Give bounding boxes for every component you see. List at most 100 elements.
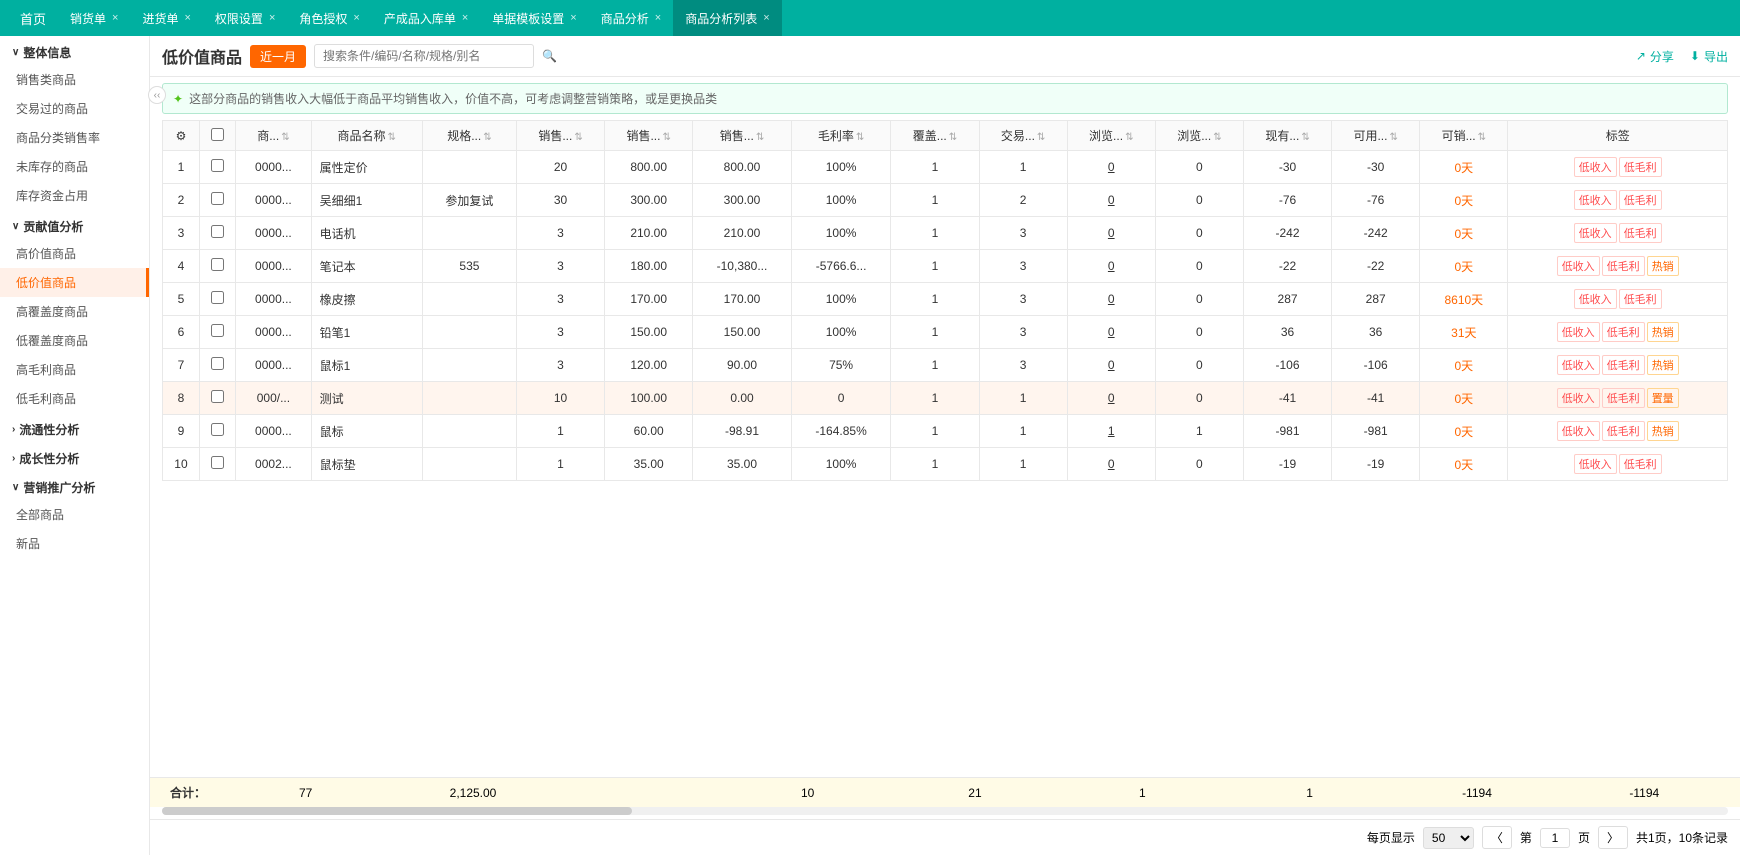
row-checkbox[interactable] bbox=[199, 448, 235, 481]
row-checkbox[interactable] bbox=[199, 250, 235, 283]
close-permission-icon[interactable]: × bbox=[269, 12, 275, 24]
next-page-btn[interactable]: 〉 bbox=[1598, 826, 1628, 849]
nav-permission[interactable]: 权限设置 × bbox=[203, 0, 287, 36]
row-view1[interactable]: 1 bbox=[1067, 415, 1155, 448]
sidebar-collapse-btn[interactable]: ‹‹ bbox=[148, 86, 166, 104]
sidebar-item-low-value[interactable]: 低价值商品 bbox=[0, 268, 149, 297]
sidebar-group-contribution[interactable]: ∨ 贡献值分析 bbox=[0, 210, 149, 239]
close-purchase-icon[interactable]: × bbox=[184, 12, 190, 24]
close-analysis-icon[interactable]: × bbox=[655, 12, 661, 24]
stock-column-header[interactable]: 现有...⇅ bbox=[1243, 121, 1331, 151]
sidebar-item-high-coverage[interactable]: 高覆盖度商品 bbox=[0, 297, 149, 326]
row-view1[interactable]: 0 bbox=[1067, 349, 1155, 382]
row-select-checkbox[interactable] bbox=[211, 159, 224, 172]
view1-link[interactable]: 0 bbox=[1108, 193, 1115, 207]
nav-purchase[interactable]: 进货单 × bbox=[130, 0, 202, 36]
export-btn[interactable]: ⬇ 导出 bbox=[1690, 48, 1728, 65]
row-select-checkbox[interactable] bbox=[211, 456, 224, 469]
view1-link[interactable]: 0 bbox=[1108, 358, 1115, 372]
share-btn[interactable]: ↗ 分享 bbox=[1636, 48, 1674, 65]
scrollbar-thumb[interactable] bbox=[162, 807, 632, 815]
view1-link[interactable]: 0 bbox=[1108, 325, 1115, 339]
horizontal-scrollbar[interactable] bbox=[162, 807, 1728, 815]
sidebar-item-high-margin[interactable]: 高毛利商品 bbox=[0, 355, 149, 384]
coverage-column-header[interactable]: 覆盖...⇅ bbox=[891, 121, 979, 151]
view1-link[interactable]: 0 bbox=[1108, 292, 1115, 306]
row-checkbox[interactable] bbox=[199, 151, 235, 184]
nav-warehouse[interactable]: 产成品入库单 × bbox=[372, 0, 480, 36]
sidebar-item-low-coverage[interactable]: 低覆盖度商品 bbox=[0, 326, 149, 355]
row-view1[interactable]: 0 bbox=[1067, 283, 1155, 316]
checkbox-column-header[interactable] bbox=[199, 121, 235, 151]
spec-column-header[interactable]: 规格...⇅ bbox=[422, 121, 516, 151]
row-select-checkbox[interactable] bbox=[211, 390, 224, 403]
sidebar-item-new-products[interactable]: 新品 bbox=[0, 529, 149, 558]
view2-column-header[interactable]: 浏览...⇅ bbox=[1155, 121, 1243, 151]
search-icon[interactable]: 🔍 bbox=[542, 49, 557, 63]
per-page-select[interactable]: 50 100 bbox=[1423, 827, 1474, 849]
amount-column-header[interactable]: 销售...⇅ bbox=[605, 121, 693, 151]
row-view1[interactable]: 0 bbox=[1067, 382, 1155, 415]
row-select-checkbox[interactable] bbox=[211, 225, 224, 238]
search-input[interactable] bbox=[314, 44, 534, 68]
view1-column-header[interactable]: 浏览...⇅ bbox=[1067, 121, 1155, 151]
row-checkbox[interactable] bbox=[199, 184, 235, 217]
view1-link[interactable]: 0 bbox=[1108, 226, 1115, 240]
row-view1[interactable]: 0 bbox=[1067, 316, 1155, 349]
row-select-checkbox[interactable] bbox=[211, 258, 224, 271]
filter-month-btn[interactable]: 近一月 bbox=[250, 45, 306, 68]
prev-page-btn[interactable]: 〈 bbox=[1482, 826, 1512, 849]
sidebar-group-liquidity[interactable]: › 流通性分析 bbox=[0, 413, 149, 442]
row-checkbox[interactable] bbox=[199, 316, 235, 349]
close-analysis-list-icon[interactable]: × bbox=[763, 12, 769, 24]
row-select-checkbox[interactable] bbox=[211, 357, 224, 370]
close-role-icon[interactable]: × bbox=[353, 12, 359, 24]
row-select-checkbox[interactable] bbox=[211, 192, 224, 205]
sidebar-item-no-stock[interactable]: 未库存的商品 bbox=[0, 152, 149, 181]
code-column-header[interactable]: 商...⇅ bbox=[236, 121, 311, 151]
row-checkbox[interactable] bbox=[199, 283, 235, 316]
row-view1[interactable]: 0 bbox=[1067, 184, 1155, 217]
view1-link[interactable]: 0 bbox=[1108, 457, 1115, 471]
name-column-header[interactable]: 商品名称⇅ bbox=[311, 121, 422, 151]
transaction-column-header[interactable]: 交易...⇅ bbox=[979, 121, 1067, 151]
sidebar-group-growth[interactable]: › 成长性分析 bbox=[0, 442, 149, 471]
close-sales-icon[interactable]: × bbox=[112, 12, 118, 24]
settings-column-header[interactable]: ⚙ bbox=[163, 121, 200, 151]
view1-link[interactable]: 0 bbox=[1108, 160, 1115, 174]
avgprice-column-header[interactable]: 销售...⇅ bbox=[693, 121, 792, 151]
nav-template[interactable]: 单据模板设置 × bbox=[480, 0, 588, 36]
nav-home[interactable]: 首页 bbox=[8, 0, 58, 36]
available-column-header[interactable]: 可用...⇅ bbox=[1332, 121, 1420, 151]
nav-analysis-list[interactable]: 商品分析列表 × bbox=[673, 0, 781, 36]
nav-sales[interactable]: 销货单 × bbox=[58, 0, 130, 36]
row-checkbox[interactable] bbox=[199, 349, 235, 382]
row-select-checkbox[interactable] bbox=[211, 324, 224, 337]
nav-role[interactable]: 角色授权 × bbox=[287, 0, 371, 36]
close-template-icon[interactable]: × bbox=[570, 12, 576, 24]
sellable-column-header[interactable]: 可销...⇅ bbox=[1420, 121, 1508, 151]
sidebar-item-stock-fund[interactable]: 库存资金占用 bbox=[0, 181, 149, 210]
sidebar-item-low-margin[interactable]: 低毛利商品 bbox=[0, 384, 149, 413]
row-view1[interactable]: 0 bbox=[1067, 151, 1155, 184]
view1-link[interactable]: 0 bbox=[1108, 391, 1115, 405]
sidebar-group-marketing[interactable]: ∨ 营销推广分析 bbox=[0, 471, 149, 500]
nav-analysis[interactable]: 商品分析 × bbox=[589, 0, 673, 36]
row-checkbox[interactable] bbox=[199, 217, 235, 250]
row-select-checkbox[interactable] bbox=[211, 423, 224, 436]
row-view1[interactable]: 0 bbox=[1067, 217, 1155, 250]
sidebar-group-overall[interactable]: ∨ 整体信息 bbox=[0, 36, 149, 65]
close-warehouse-icon[interactable]: × bbox=[462, 12, 468, 24]
page-input[interactable] bbox=[1540, 828, 1570, 848]
row-view1[interactable]: 0 bbox=[1067, 448, 1155, 481]
view1-link[interactable]: 0 bbox=[1108, 259, 1115, 273]
select-all-checkbox[interactable] bbox=[211, 128, 224, 141]
view1-link[interactable]: 1 bbox=[1108, 424, 1115, 438]
grossrate-column-header[interactable]: 毛利率⇅ bbox=[791, 121, 891, 151]
sidebar-item-category-rate[interactable]: 商品分类销售率 bbox=[0, 123, 149, 152]
row-view1[interactable]: 0 bbox=[1067, 250, 1155, 283]
qty-column-header[interactable]: 销售...⇅ bbox=[516, 121, 604, 151]
sidebar-item-traded[interactable]: 交易过的商品 bbox=[0, 94, 149, 123]
sidebar-item-sales-category[interactable]: 销售类商品 bbox=[0, 65, 149, 94]
sidebar-item-high-value[interactable]: 高价值商品 bbox=[0, 239, 149, 268]
